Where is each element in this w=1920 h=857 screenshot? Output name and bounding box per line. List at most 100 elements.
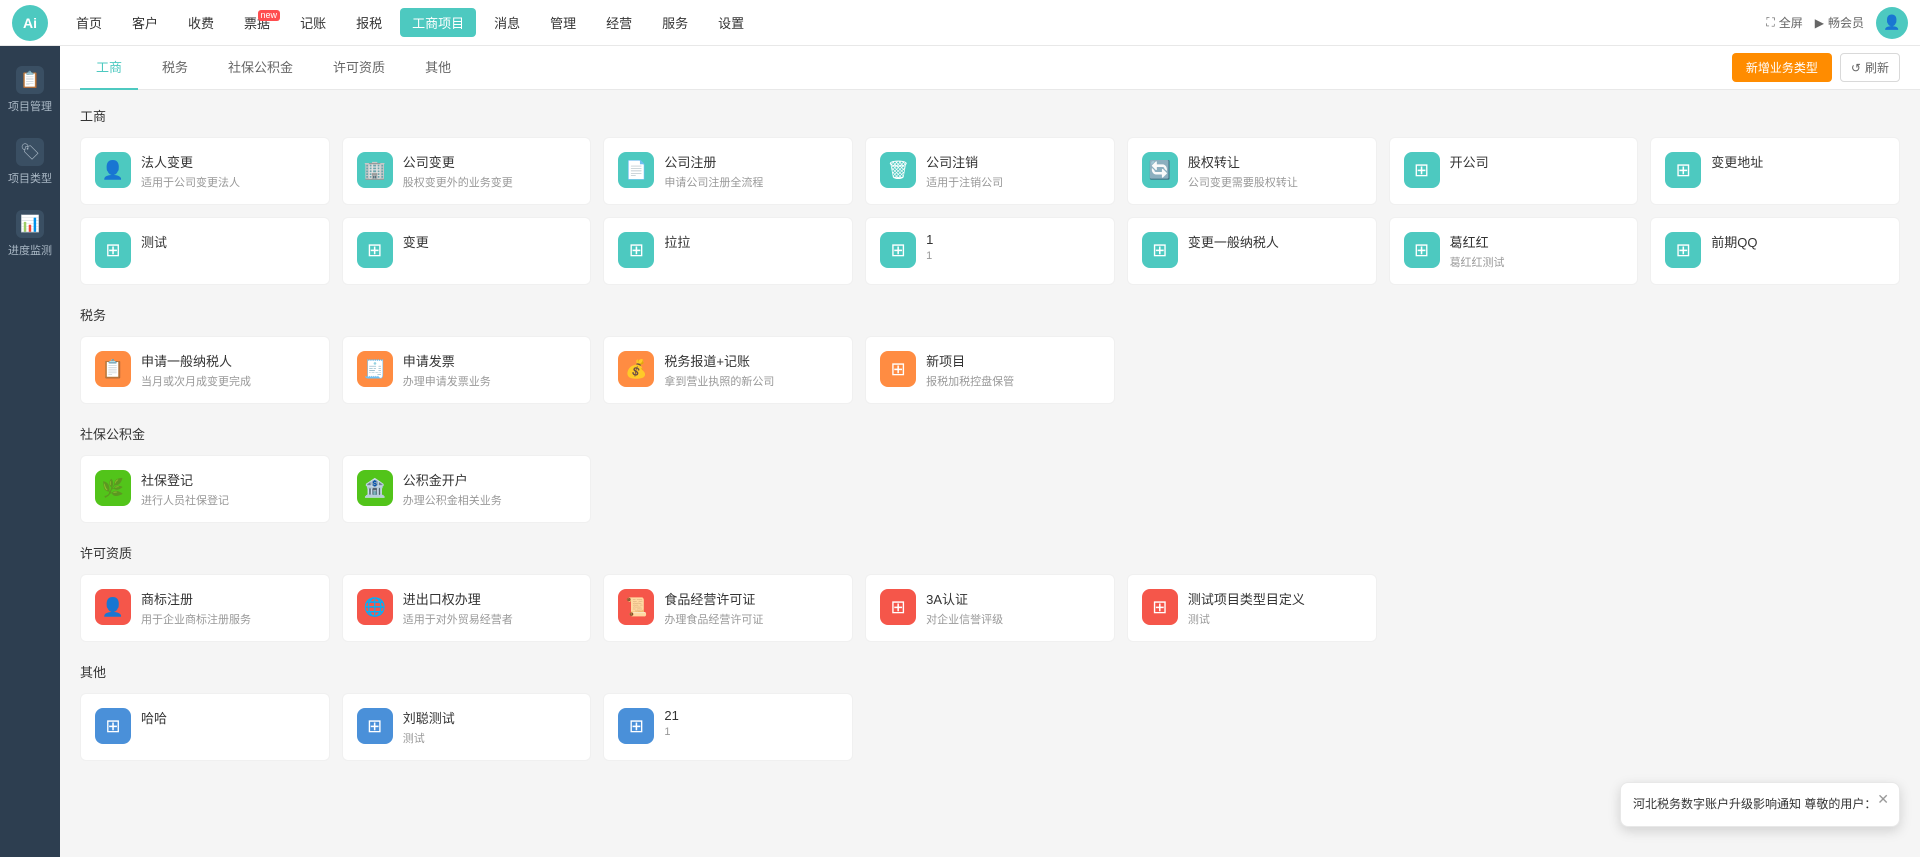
nav-item-客户[interactable]: 客户 — [120, 8, 170, 37]
nav-item-消息[interactable]: 消息 — [482, 8, 532, 37]
card-c1[interactable]: 👤 法人变更 适用于公司变更法人 — [80, 137, 330, 205]
card-desc: 适用于公司变更法人 — [141, 174, 315, 190]
card-q5[interactable]: ⊞ 测试项目类型目定义 测试 — [1127, 574, 1377, 642]
scroll-content: 工商 👤 法人变更 适用于公司变更法人 🏢 公司变更 股权变更外的业务变更 📄 … — [60, 90, 1920, 857]
sub-tab-工商[interactable]: 工商 — [80, 46, 138, 90]
notification-bubble: ✕ 河北税务数字账户升级影响通知 尊敬的用户： — [1620, 782, 1900, 827]
card-content: 税务报道+记账 拿到营业执照的新公司 — [664, 351, 838, 389]
nav-item-服务[interactable]: 服务 — [650, 8, 700, 37]
card-title: 测试项目类型目定义 — [1188, 589, 1362, 608]
sidebar-icon: 📋 — [16, 66, 44, 94]
card-s1[interactable]: 🌿 社保登记 进行人员社保登记 — [80, 455, 330, 523]
section-许可资质: 许可资质 👤 商标注册 用于企业商标注册服务 🌐 进出口权办理 适用于对外贸易经… — [80, 543, 1900, 642]
card-icon: ⊞ — [95, 232, 131, 268]
card-desc: 1 — [664, 726, 838, 738]
sidebar-item-0[interactable]: 📋 项目管理 — [0, 56, 60, 124]
card-c6[interactable]: ⊞ 开公司 — [1389, 137, 1639, 205]
card-c11[interactable]: ⊞ 1 1 — [865, 217, 1115, 285]
sub-tab-许可资质[interactable]: 许可资质 — [317, 46, 401, 90]
tab-actions: 新增业务类型 ↺ 刷新 — [1732, 53, 1900, 82]
card-desc: 当月或次月成变更完成 — [141, 373, 315, 389]
card-q1[interactable]: 👤 商标注册 用于企业商标注册服务 — [80, 574, 330, 642]
card-icon: 🗑 — [880, 152, 916, 188]
sidebar-icon: 🏷 — [16, 138, 44, 166]
card-title: 21 — [664, 708, 838, 723]
card-icon: 🌐 — [357, 589, 393, 625]
nav-item-票据[interactable]: 票据new — [232, 8, 282, 37]
sidebar-label: 项目管理 — [8, 98, 52, 114]
content-area: 工商税务社保公积金许可资质其他 新增业务类型 ↺ 刷新 工商 👤 法人变更 适用… — [60, 46, 1920, 857]
card-t3[interactable]: 💰 税务报道+记账 拿到营业执照的新公司 — [603, 336, 853, 404]
card-content: 股权转让 公司变更需要股权转让 — [1188, 152, 1362, 190]
card-icon: ⊞ — [618, 232, 654, 268]
card-o3[interactable]: ⊞ 21 1 — [603, 693, 853, 761]
card-t1[interactable]: 📋 申请一般纳税人 当月或次月成变更完成 — [80, 336, 330, 404]
nav-item-经营[interactable]: 经营 — [594, 8, 644, 37]
card-content: 公司注销 适用于注销公司 — [926, 152, 1100, 190]
sidebar: 📋 项目管理 🏷 项目类型 📊 进度监测 — [0, 46, 60, 857]
card-c4[interactable]: 🗑 公司注销 适用于注销公司 — [865, 137, 1115, 205]
nav-badge: new — [258, 10, 281, 21]
card-title: 税务报道+记账 — [664, 351, 838, 370]
card-q3[interactable]: 📜 食品经营许可证 办理食品经营许可证 — [603, 574, 853, 642]
card-icon: ⊞ — [1404, 152, 1440, 188]
nav-item-收费[interactable]: 收费 — [176, 8, 226, 37]
card-title: 变更 — [403, 232, 577, 251]
card-c14[interactable]: ⊞ 前期QQ — [1650, 217, 1900, 285]
card-t4[interactable]: ⊞ 新项目 报税加税控盘保管 — [865, 336, 1115, 404]
sub-tab-其他[interactable]: 其他 — [409, 46, 467, 90]
card-c10[interactable]: ⊞ 拉拉 — [603, 217, 853, 285]
sub-tab-社保公积金[interactable]: 社保公积金 — [212, 46, 309, 90]
nav-items: 首页客户收费票据new记账报税工商项目消息管理经营服务设置 — [64, 8, 1766, 37]
nav-item-首页[interactable]: 首页 — [64, 8, 114, 37]
card-c12[interactable]: ⊞ 变更一般纳税人 — [1127, 217, 1377, 285]
card-q2[interactable]: 🌐 进出口权办理 适用于对外贸易经营者 — [342, 574, 592, 642]
nav-item-设置[interactable]: 设置 — [706, 8, 756, 37]
card-content: 变更 — [403, 232, 577, 254]
sidebar-item-1[interactable]: 🏷 项目类型 — [0, 128, 60, 196]
card-c2[interactable]: 🏢 公司变更 股权变更外的业务变更 — [342, 137, 592, 205]
card-title: 开公司 — [1450, 152, 1624, 171]
avatar[interactable]: 👤 — [1876, 7, 1908, 39]
card-c7[interactable]: ⊞ 变更地址 — [1650, 137, 1900, 205]
card-icon: ⊞ — [1665, 232, 1701, 268]
new-type-button[interactable]: 新增业务类型 — [1732, 53, 1832, 82]
nav-item-记账[interactable]: 记账 — [288, 8, 338, 37]
logo[interactable]: Ai — [12, 5, 48, 41]
cards-grid: 👤 法人变更 适用于公司变更法人 🏢 公司变更 股权变更外的业务变更 📄 公司注… — [80, 137, 1900, 285]
member-btn[interactable]: ▶ 畅会员 — [1815, 14, 1864, 31]
card-content: 1 1 — [926, 232, 1100, 262]
section-税务: 税务 📋 申请一般纳税人 当月或次月成变更完成 🧾 申请发票 办理申请发票业务 … — [80, 305, 1900, 404]
card-o1[interactable]: ⊞ 哈哈 — [80, 693, 330, 761]
nav-item-管理[interactable]: 管理 — [538, 8, 588, 37]
nav-item-工商项目[interactable]: 工商项目 — [400, 8, 476, 37]
refresh-button[interactable]: ↺ 刷新 — [1840, 53, 1900, 82]
card-title: 社保登记 — [141, 470, 315, 489]
card-title: 前期QQ — [1711, 232, 1885, 251]
card-c13[interactable]: ⊞ 葛红红 葛红红测试 — [1389, 217, 1639, 285]
notification-close[interactable]: ✕ — [1877, 791, 1889, 808]
nav-item-报税[interactable]: 报税 — [344, 8, 394, 37]
card-c9[interactable]: ⊞ 变更 — [342, 217, 592, 285]
card-icon: ⊞ — [880, 589, 916, 625]
card-c8[interactable]: ⊞ 测试 — [80, 217, 330, 285]
card-icon: ⊞ — [1142, 589, 1178, 625]
sub-tabs: 工商税务社保公积金许可资质其他 新增业务类型 ↺ 刷新 — [60, 46, 1920, 90]
section-title: 社保公积金 — [80, 424, 1900, 443]
section-社保公积金: 社保公积金 🌿 社保登记 进行人员社保登记 🏦 公积金开户 办理公积金相关业务 — [80, 424, 1900, 523]
card-c3[interactable]: 📄 公司注册 申请公司注册全流程 — [603, 137, 853, 205]
card-c5[interactable]: 🔄 股权转让 公司变更需要股权转让 — [1127, 137, 1377, 205]
sub-tab-税务[interactable]: 税务 — [146, 46, 204, 90]
sidebar-item-2[interactable]: 📊 进度监测 — [0, 200, 60, 268]
card-s2[interactable]: 🏦 公积金开户 办理公积金相关业务 — [342, 455, 592, 523]
card-t2[interactable]: 🧾 申请发票 办理申请发票业务 — [342, 336, 592, 404]
card-desc: 用于企业商标注册服务 — [141, 611, 315, 627]
card-content: 哈哈 — [141, 708, 315, 730]
cards-grid: ⊞ 哈哈 ⊞ 刘聪测试 测试 ⊞ 21 1 — [80, 693, 1900, 761]
fullscreen-btn[interactable]: ⛶ 全屏 — [1766, 14, 1802, 31]
card-icon: ⊞ — [95, 708, 131, 744]
card-icon: ⊞ — [1665, 152, 1701, 188]
card-q4[interactable]: ⊞ 3A认证 对企业信誉评级 — [865, 574, 1115, 642]
card-o2[interactable]: ⊞ 刘聪测试 测试 — [342, 693, 592, 761]
top-nav: Ai 首页客户收费票据new记账报税工商项目消息管理经营服务设置 ⛶ 全屏 ▶ … — [0, 0, 1920, 46]
